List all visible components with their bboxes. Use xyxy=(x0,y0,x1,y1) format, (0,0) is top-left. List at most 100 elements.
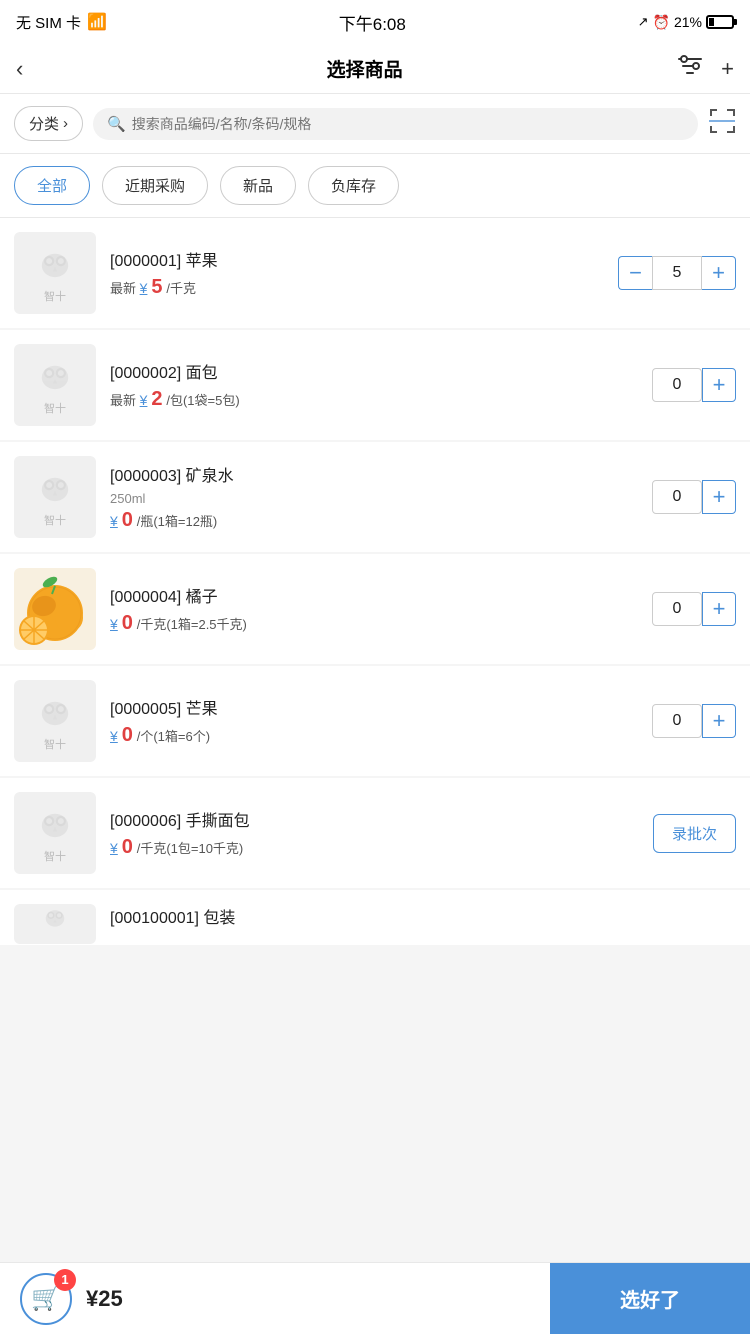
tab-new[interactable]: 新品 xyxy=(220,166,296,205)
product-price: 最新 ¥ 5 /千克 xyxy=(110,276,604,299)
search-bar: 分类 › 🔍 xyxy=(0,94,750,154)
scan-icon[interactable] xyxy=(708,107,736,141)
product-spec: 250ml xyxy=(110,491,638,506)
qty-input[interactable] xyxy=(652,704,702,738)
product-image-0000003: 智十 xyxy=(14,456,96,538)
list-item: 智十 [0000006] 手撕面包 ¥ 0 /千克(1包=10千克) 录批次 xyxy=(0,778,750,888)
product-image-0000006: 智十 xyxy=(14,792,96,874)
product-image-0000001: 智十 xyxy=(14,232,96,314)
product-name: [0000002] 面包 xyxy=(110,359,638,383)
back-button[interactable]: ‹ xyxy=(16,56,52,82)
batch-button[interactable]: 录批次 xyxy=(653,814,736,853)
quantity-control-0000002: + xyxy=(652,368,736,402)
status-bar: 无 SIM 卡 📶 下午6:08 ↗ ⏰ 21% xyxy=(0,0,750,44)
search-icon: 🔍 xyxy=(107,115,126,133)
list-item: 智十 [0000002] 面包 最新 ¥ 2 /包(1袋=5包) + xyxy=(0,330,750,440)
confirm-button[interactable]: 选好了 xyxy=(550,1263,750,1334)
filter-tabs: 全部 近期采购 新品 负库存 xyxy=(0,154,750,218)
bottom-bar: 🛒 1 ¥25 选好了 xyxy=(0,1262,750,1334)
filter-icon[interactable] xyxy=(677,55,703,83)
location-icon: ↗ xyxy=(638,14,649,30)
price-yen-symbol: ¥ xyxy=(110,513,118,529)
product-info-0000005: [0000005] 芒果 ¥ 0 /个(1箱=6个) xyxy=(110,695,638,747)
orange-image xyxy=(14,568,96,650)
product-image-000100001 xyxy=(14,904,96,944)
qty-input[interactable] xyxy=(652,256,702,290)
product-name: [0000003] 矿泉水 xyxy=(110,462,638,486)
battery-label: 21% xyxy=(674,14,702,30)
search-input[interactable] xyxy=(132,116,684,132)
qty-plus-button[interactable]: + xyxy=(702,704,736,738)
qty-plus-button[interactable]: + xyxy=(702,256,736,290)
qty-input[interactable] xyxy=(652,368,702,402)
carrier-label: 无 SIM 卡 xyxy=(16,12,81,33)
product-price: ¥ 0 /千克(1包=10千克) xyxy=(110,836,639,859)
add-button[interactable]: + xyxy=(721,56,734,82)
product-list: 智十 [0000001] 苹果 最新 ¥ 5 /千克 − + xyxy=(0,218,750,945)
price-value: 5 xyxy=(151,276,162,298)
list-item: [000100001] 包装 xyxy=(0,890,750,945)
cart-total: ¥25 xyxy=(86,1286,123,1312)
price-latest-label: 最新 xyxy=(110,281,140,296)
qty-input[interactable] xyxy=(652,592,702,626)
search-input-wrap: 🔍 xyxy=(93,108,698,140)
price-value: 0 xyxy=(122,509,133,531)
tab-all[interactable]: 全部 xyxy=(14,166,90,205)
product-name: [0000006] 手撕面包 xyxy=(110,807,639,831)
list-item: 智十 [0000001] 苹果 最新 ¥ 5 /千克 − + xyxy=(0,218,750,328)
status-time: 下午6:08 xyxy=(339,10,406,35)
status-left: 无 SIM 卡 📶 xyxy=(16,12,107,33)
category-label: 分类 xyxy=(29,113,59,134)
product-info-000100001: [000100001] 包装 xyxy=(110,904,736,933)
tab-negative-stock[interactable]: 负库存 xyxy=(308,166,399,205)
price-value: 0 xyxy=(122,724,133,746)
category-button[interactable]: 分类 › xyxy=(14,106,83,141)
qty-input[interactable] xyxy=(652,480,702,514)
list-item: 智十 [0000005] 芒果 ¥ 0 /个(1箱=6个) + xyxy=(0,666,750,776)
product-info-0000003: [0000003] 矿泉水 250ml ¥ 0 /瓶(1箱=12瓶) xyxy=(110,462,638,532)
cart-badge: 1 xyxy=(54,1269,76,1291)
product-image-0000004 xyxy=(14,568,96,650)
quantity-control-0000003: + xyxy=(652,480,736,514)
page-title: 选择商品 xyxy=(52,55,677,82)
price-latest-label: 最新 xyxy=(110,393,140,408)
chevron-right-icon: › xyxy=(63,115,68,132)
product-name: [0000005] 芒果 xyxy=(110,695,638,719)
nav-bar: ‹ 选择商品 + xyxy=(0,44,750,94)
price-unit: /个(1箱=6个) xyxy=(137,729,210,744)
price-unit: /瓶(1箱=12瓶) xyxy=(137,514,218,529)
product-price: ¥ 0 /瓶(1箱=12瓶) xyxy=(110,509,638,532)
price-yen-symbol: ¥ xyxy=(140,280,148,296)
product-name: [000100001] 包装 xyxy=(110,904,736,928)
price-yen-symbol: ¥ xyxy=(110,840,118,856)
qty-plus-button[interactable]: + xyxy=(702,368,736,402)
quantity-control-0000004: + xyxy=(652,592,736,626)
product-name: [0000004] 橘子 xyxy=(110,583,638,607)
price-yen-symbol: ¥ xyxy=(140,392,148,408)
qty-minus-button[interactable]: − xyxy=(618,256,652,290)
product-image-0000002: 智十 xyxy=(14,344,96,426)
price-unit: /千克 xyxy=(166,281,196,296)
list-item: [0000004] 橘子 ¥ 0 /千克(1箱=2.5千克) + xyxy=(0,554,750,664)
cart-icon: 🛒 xyxy=(31,1284,61,1313)
product-price: ¥ 0 /千克(1箱=2.5千克) xyxy=(110,612,638,635)
product-price: 最新 ¥ 2 /包(1袋=5包) xyxy=(110,388,638,411)
product-info-0000002: [0000002] 面包 最新 ¥ 2 /包(1袋=5包) xyxy=(110,359,638,411)
status-right: ↗ ⏰ 21% xyxy=(638,14,734,31)
list-item: 智十 [0000003] 矿泉水 250ml ¥ 0 /瓶(1箱=12瓶) + xyxy=(0,442,750,552)
tab-recent[interactable]: 近期采购 xyxy=(102,166,208,205)
price-yen-symbol: ¥ xyxy=(110,728,118,744)
wifi-icon: 📶 xyxy=(87,12,107,32)
cart-icon-button[interactable]: 🛒 1 xyxy=(20,1273,72,1325)
price-value: 0 xyxy=(122,612,133,634)
product-info-0000006: [0000006] 手撕面包 ¥ 0 /千克(1包=10千克) xyxy=(110,807,639,859)
battery-icon xyxy=(706,15,734,29)
price-unit: /千克(1箱=2.5千克) xyxy=(137,617,247,632)
price-value: 2 xyxy=(151,388,162,410)
product-price: ¥ 0 /个(1箱=6个) xyxy=(110,724,638,747)
qty-plus-button[interactable]: + xyxy=(702,592,736,626)
product-name: [0000001] 苹果 xyxy=(110,247,604,271)
product-image-0000005: 智十 xyxy=(14,680,96,762)
cart-section: 🛒 1 ¥25 xyxy=(0,1273,550,1325)
qty-plus-button[interactable]: + xyxy=(702,480,736,514)
